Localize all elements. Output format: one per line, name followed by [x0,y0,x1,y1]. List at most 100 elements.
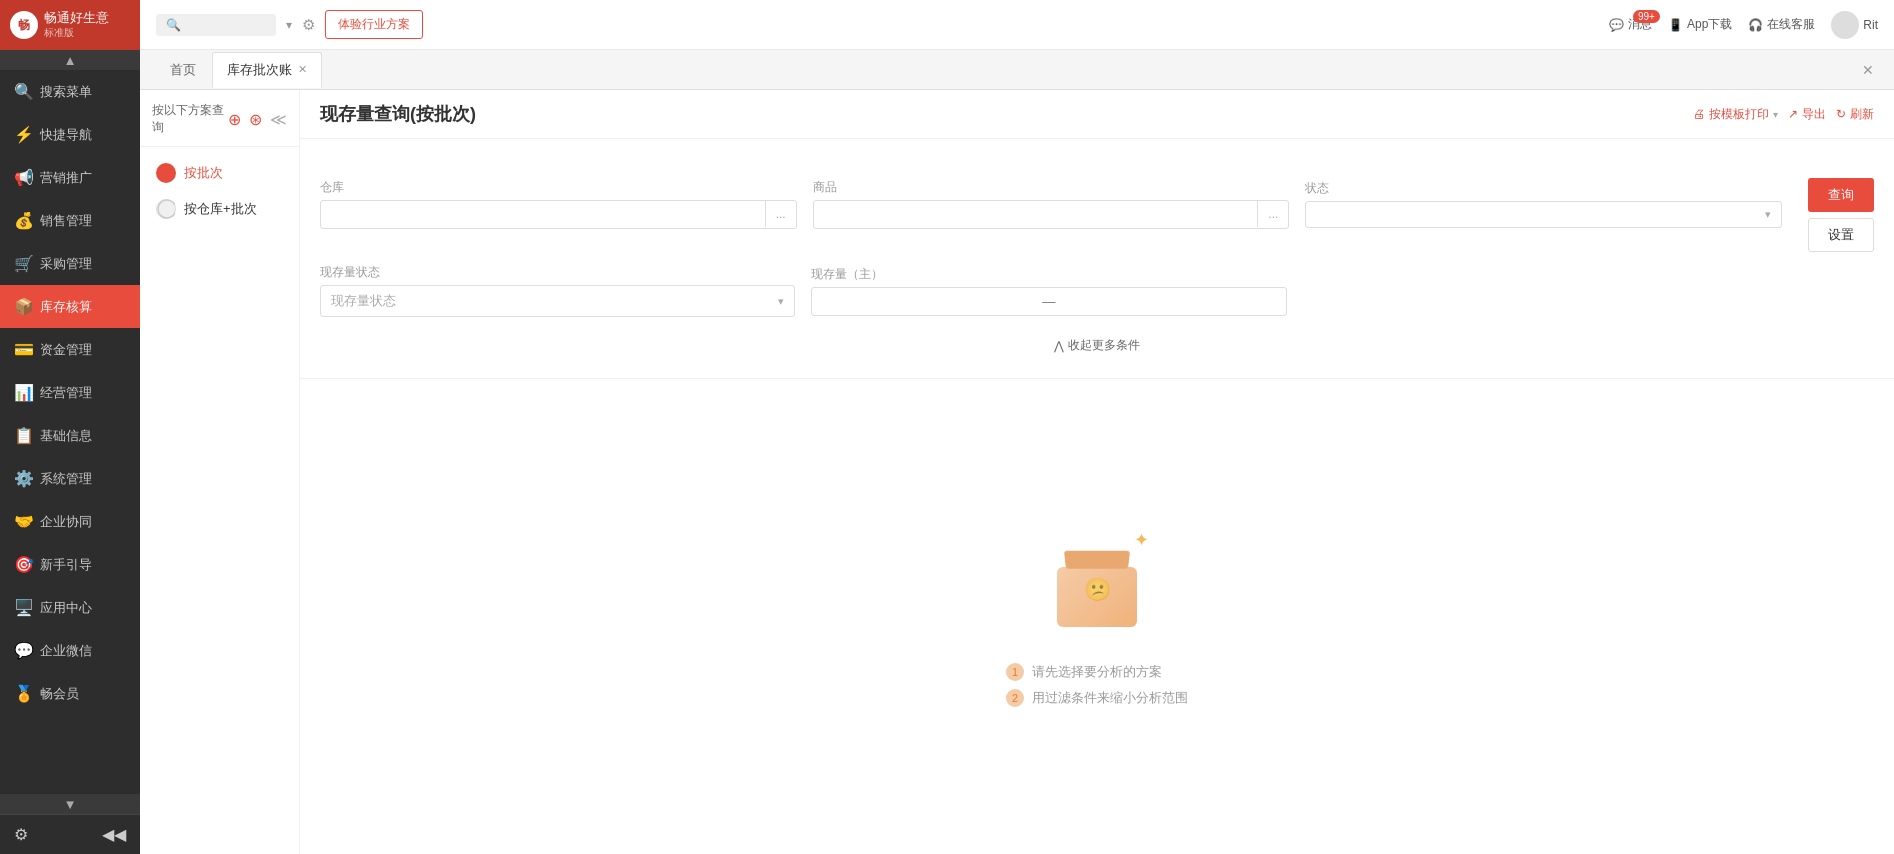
page-title: 现存量查询(按批次) [320,102,476,126]
panel-close-icon[interactable]: ✕ [1858,58,1878,82]
newbie-icon: 🎯 [14,555,32,574]
filter-scheme-batch[interactable]: 按批次 [140,155,299,191]
main-area: 🔍 ▾ ⚙ 体验行业方案 💬 消息 99+ 📱 App下载 🎧 在线客服 Rit [140,0,1894,854]
status-label: 状态 [1305,180,1782,197]
warehouse-label: 仓库 [320,179,797,196]
filter-panel: 按以下方案查询 ⊕ ⊛ ≪ 按批次 按仓库+批次 [140,90,300,854]
printer-icon: 🖨 [1693,107,1705,121]
sidebar-item-purchase[interactable]: 🛒 采购管理 [0,242,140,285]
sidebar-item-sales[interactable]: 💰 销售管理 [0,199,140,242]
stock-status-arrow-icon: ▾ [778,295,784,308]
marketing-icon: 📢 [14,168,32,187]
warehouse-input[interactable]: ... [320,200,797,229]
empty-hint-1: 1 请先选择要分析的方案 [1006,663,1188,681]
sidebar-item-label: 新手引导 [40,556,92,574]
collapse-panel-icon[interactable]: ≪ [270,110,287,129]
lightning-icon: ⚡ [14,125,32,144]
topbar-right: 💬 消息 99+ 📱 App下载 🎧 在线客服 Rit [1609,11,1878,39]
export-icon: ↗ [1788,107,1798,121]
query-button[interactable]: 查询 [1808,178,1874,212]
avatar [1831,11,1859,39]
tab-close-icon[interactable]: ✕ [298,63,307,76]
sidebar-item-finance[interactable]: 💳 资金管理 [0,328,140,371]
template-print-button[interactable]: 🖨 按模板打印 ▾ [1693,106,1778,123]
current-stock-input[interactable] [811,287,1286,316]
filter-area: 仓库 ... 商品 ... 状态 [300,139,1894,379]
empty-state: 😕 ✦ 1 请先选择要分析的方案 2 用过滤条件来缩小分析范围 [300,379,1894,854]
collapse-row: ⋀ 收起更多条件 [320,329,1874,362]
svg-point-0 [157,164,175,182]
current-stock-label: 现存量（主） [811,266,1286,283]
appstore-icon: 🖥️ [14,598,32,617]
sidebar-item-label: 销售管理 [40,212,92,230]
tab-home[interactable]: 首页 [156,53,210,87]
sidebar-item-inventory[interactable]: 📦 库存核算 [0,285,140,328]
tab-inventory-label: 库存批次账 [227,61,292,79]
messages-btn[interactable]: 💬 消息 99+ [1609,16,1652,33]
sidebar: 畅 畅通好生意 标准版 ▲ 🔍 搜索菜单 ⚡ 快捷导航 📢 营销推广 💰 销售管… [0,0,140,854]
search-box[interactable]: 🔍 [156,14,276,36]
sidebar-item-collaboration[interactable]: 🤝 企业协同 [0,500,140,543]
online-service-btn[interactable]: 🎧 在线客服 [1748,16,1815,33]
sidebar-header: 畅 畅通好生意 标准版 [0,0,140,50]
user-avatar-btn[interactable]: Rit [1831,11,1878,39]
sidebar-item-label: 基础信息 [40,427,92,445]
template-print-label: 按模板打印 [1709,106,1769,123]
template-print-arrow: ▾ [1773,109,1778,120]
scheme-batch-label: 按批次 [184,164,223,182]
sidebar-scroll-up[interactable]: ▲ [0,50,140,70]
sidebar-item-basics[interactable]: 📋 基础信息 [0,414,140,457]
experience-button[interactable]: 体验行业方案 [325,10,423,39]
filter-scheme-warehouse-batch[interactable]: 按仓库+批次 [140,191,299,227]
sidebar-item-wechat[interactable]: 💬 企业微信 [0,629,140,672]
tab-inventory-batch[interactable]: 库存批次账 ✕ [212,52,322,88]
operations-icon: 📊 [14,383,32,402]
sidebar-item-search[interactable]: 🔍 搜索菜单 [0,70,140,113]
warehouse-dots[interactable]: ... [765,201,796,227]
topbar-gear-icon[interactable]: ⚙ [302,16,315,34]
refresh-button[interactable]: ↻ 刷新 [1836,106,1874,123]
online-service-label: 在线客服 [1767,16,1815,33]
stock-status-select[interactable]: 现存量状态 ▾ [320,285,795,317]
product-label: 商品 [813,179,1290,196]
app-edition: 标准版 [44,26,109,40]
sidebar-item-system[interactable]: ⚙️ 系统管理 [0,457,140,500]
collapse-label: 收起更多条件 [1068,337,1140,354]
warehouse-input-field[interactable] [321,201,765,228]
empty-hints: 1 请先选择要分析的方案 2 用过滤条件来缩小分析范围 [1006,663,1188,707]
collaboration-icon: 🤝 [14,512,32,531]
app-download-btn[interactable]: 📱 App下载 [1668,16,1732,33]
sidebar-item-shortcuts[interactable]: ⚡ 快捷导航 [0,113,140,156]
settings-button[interactable]: 设置 [1808,218,1874,252]
product-input-field[interactable] [814,201,1258,228]
messages-badge: 99+ [1633,10,1660,23]
export-button[interactable]: ↗ 导出 [1788,106,1826,123]
sidebar-item-marketing[interactable]: 📢 营销推广 [0,156,140,199]
sidebar-item-newbie[interactable]: 🎯 新手引导 [0,543,140,586]
product-input[interactable]: ... [813,200,1290,229]
sidebar-item-appstore[interactable]: 🖥️ 应用中心 [0,586,140,629]
basics-icon: 📋 [14,426,32,445]
status-select[interactable]: ▾ [1305,201,1782,228]
export-label: 导出 [1802,106,1826,123]
sidebar-item-label: 搜索菜单 [40,83,92,101]
sidebar-item-label: 企业协同 [40,513,92,531]
stock-status-label: 现存量状态 [320,264,795,281]
collapse-icon[interactable]: ◀◀ [102,825,126,844]
sidebar-item-members[interactable]: 🏅 畅会员 [0,672,140,715]
members-icon: 🏅 [14,684,32,703]
dropdown-icon[interactable]: ▾ [286,18,292,32]
sidebar-item-operations[interactable]: 📊 经营管理 [0,371,140,414]
sidebar-scroll-down[interactable]: ▼ [0,794,140,814]
page-header-actions: 🖨 按模板打印 ▾ ↗ 导出 ↻ 刷新 [1693,106,1874,123]
settings-scheme-icon[interactable]: ⊛ [249,110,262,129]
hint-num-2: 2 [1006,689,1024,707]
product-dots[interactable]: ... [1257,201,1288,227]
collapse-button[interactable]: ⋀ 收起更多条件 [1054,337,1140,354]
add-scheme-icon[interactable]: ⊕ [228,110,241,129]
sidebar-item-label: 系统管理 [40,470,92,488]
current-stock-from[interactable] [812,288,1285,315]
query-actions: 查询 设置 [1808,155,1874,252]
settings-icon[interactable]: ⚙ [14,825,28,844]
finance-icon: 💳 [14,340,32,359]
